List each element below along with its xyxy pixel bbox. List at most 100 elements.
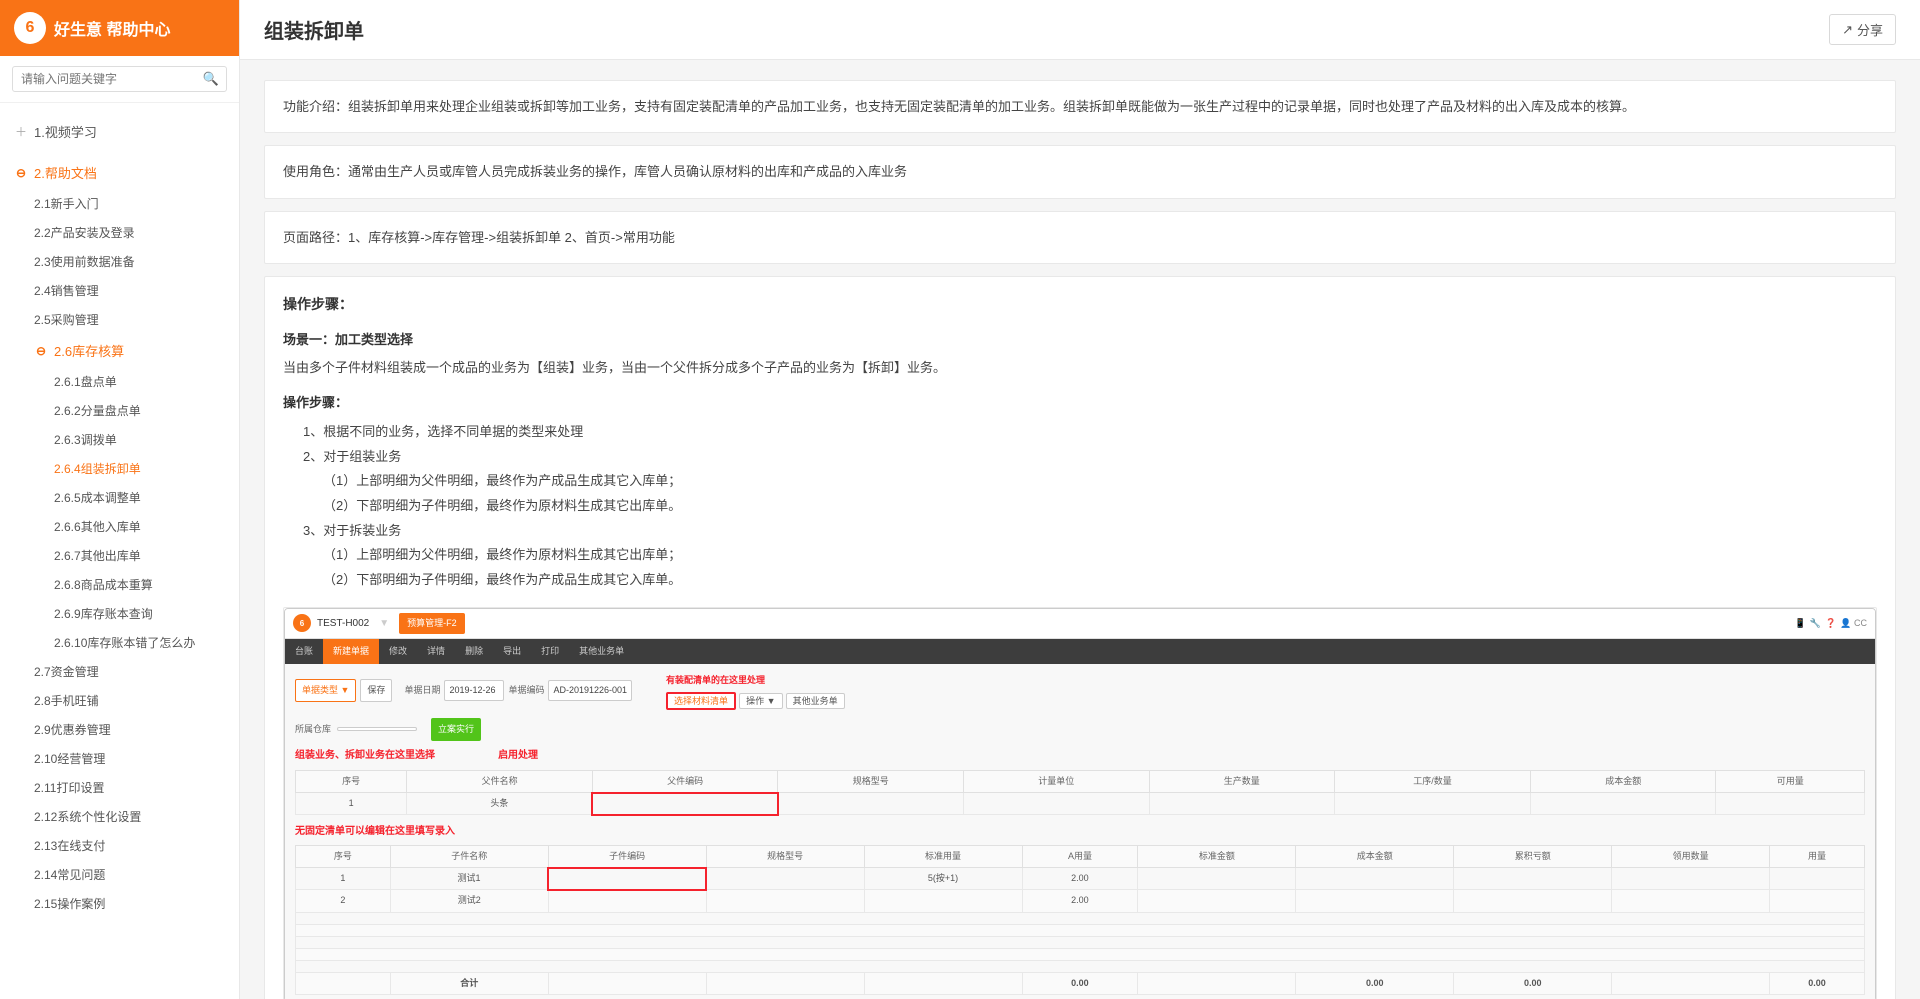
minus-icon-2-6: ⊖	[34, 344, 48, 358]
sidebar-item-2-6-5[interactable]: 2.6.5成本调整单	[0, 483, 239, 512]
batch-annotation: 启用处理	[498, 750, 538, 761]
sim-bottom-table-area: 序号 子件名称 子件编码 规格型号 标准用量 A用量 标准金额 成本金额	[295, 845, 1865, 995]
search-icon[interactable]: 🔍	[203, 71, 219, 87]
sim-topbar-btn[interactable]: 预算管理-F2	[399, 613, 465, 634]
sidebar-item-2-6-1[interactable]: 2.6.1盘点单	[0, 367, 239, 396]
main-area: 组装拆卸单 ↗ 分享 功能介绍：组装拆卸单用来处理企业组装或拆卸等加工业务，支持…	[240, 0, 1920, 999]
sidebar-nav: ＋ 1.视频学习 ⊖ 2.帮助文档 2.1新手入门 2.2产品安装及登录 2.3…	[0, 103, 239, 999]
sidebar-item-2-11[interactable]: 2.11打印设置	[0, 773, 239, 802]
sidebar-item-2-1[interactable]: 2.1新手入门	[0, 189, 239, 218]
sim-date-input[interactable]: 2019-12-26	[444, 680, 504, 701]
sidebar-item-2-6-10[interactable]: 2.6.10库存账本错了怎么办	[0, 628, 239, 657]
sim-btn-doctype[interactable]: 单据类型 ▼	[295, 679, 356, 702]
sim-btn-other[interactable]: 其他业务单	[786, 693, 845, 709]
intro-card: 功能介绍：组装拆卸单用来处理企业组装或拆卸等加工业务，支持有固定装配清单的产品加…	[264, 80, 1896, 133]
sim-btn-save[interactable]: 保存	[360, 679, 392, 702]
bottom-row-6	[296, 948, 1865, 960]
share-label: 分享	[1857, 20, 1883, 39]
sim-nav-详情[interactable]: 详情	[417, 639, 455, 664]
sidebar-item-2-6-6[interactable]: 2.6.6其他入库单	[0, 512, 239, 541]
sidebar-item-2-14[interactable]: 2.14常见问题	[0, 860, 239, 889]
sidebar: 6 好生意 帮助中心 🔍 ＋ 1.视频学习 ⊖ 2.帮助文档 2.1新手入门 2…	[0, 0, 240, 999]
step2-2: （2）下部明细为子件明细，最终作为原材料生成其它出库单。	[283, 494, 1877, 519]
th-qty: 生产数量	[1149, 770, 1335, 793]
plus-icon: ＋	[14, 125, 28, 139]
sidebar-item-2-6[interactable]: ⊖ 2.6库存核算	[0, 334, 239, 367]
sidebar-item-video[interactable]: ＋ 1.视频学习	[0, 115, 239, 148]
main-content: 功能介绍：组装拆卸单用来处理企业组装或拆卸等加工业务，支持有固定装配清单的产品加…	[240, 60, 1920, 999]
sidebar-item-2-6-3[interactable]: 2.6.3调拨单	[0, 425, 239, 454]
sim-top-table-area: 序号 父件名称 父件编码 规格型号 计量单位 生产数量 工序/数量 成本金额	[295, 770, 1865, 816]
help-icon: ❓	[1825, 615, 1836, 632]
sim-bottom-table: 序号 子件名称 子件编码 规格型号 标准用量 A用量 标准金额 成本金额	[295, 845, 1865, 995]
share-icon: ↗	[1842, 22, 1853, 38]
sidebar-logo: 6	[14, 12, 46, 44]
sidebar-item-2-5[interactable]: 2.5采购管理	[0, 305, 239, 334]
sidebar-item-2-4[interactable]: 2.4销售管理	[0, 276, 239, 305]
sidebar-item-2-8[interactable]: 2.8手机旺铺	[0, 686, 239, 715]
sim-nav-新建[interactable]: 新建单据	[323, 639, 379, 664]
sidebar-item-2-12[interactable]: 2.12系统个性化设置	[0, 802, 239, 831]
sim-nav-导出[interactable]: 导出	[493, 639, 531, 664]
sidebar-item-2-6-2[interactable]: 2.6.2分量盘点单	[0, 396, 239, 425]
sidebar-item-docs[interactable]: ⊖ 2.帮助文档	[0, 156, 239, 189]
sim-code-label: 单据编码	[508, 682, 544, 699]
steps-title: 操作步骤：	[283, 291, 1877, 318]
sidebar-item-2-6-7[interactable]: 2.6.7其他出库单	[0, 541, 239, 570]
top-table-row-1: 1 头条	[296, 793, 1865, 815]
sim-nav-删除[interactable]: 删除	[455, 639, 493, 664]
bottom-row-4	[296, 924, 1865, 936]
sidebar-item-2-6-8[interactable]: 2.6.8商品成本重算	[0, 570, 239, 599]
intro-text: 功能介绍：组装拆卸单用来处理企业组装或拆卸等加工业务，支持有固定装配清单的产品加…	[283, 95, 1877, 118]
sidebar-item-2-3[interactable]: 2.3使用前数据准备	[0, 247, 239, 276]
sim-code-input[interactable]: AD-20191226-001	[548, 680, 632, 701]
sidebar-item-2-9[interactable]: 2.9优惠券管理	[0, 715, 239, 744]
page-title: 组装拆卸单	[264, 15, 364, 44]
sidebar-item-2-6-9[interactable]: 2.6.9库存账本查询	[0, 599, 239, 628]
sim-topbar-icons: 📱 🔧 ❓ 👤 CC	[1795, 615, 1867, 632]
sidebar-item-2-6-4[interactable]: 2.6.4组装拆卸单	[0, 454, 239, 483]
free-input-annotation: 无固定清单可以编辑在这里填写录入	[295, 822, 1865, 841]
sim-content: 单据类型 ▼ 保存 单据日期 2019-12-26 单据编码 AD-201912…	[285, 664, 1875, 999]
sim-warehouse-label: 所属仓库	[295, 721, 331, 738]
sidebar-title: 好生意 帮助中心	[54, 16, 170, 40]
sim-btn-bom[interactable]: 选择材料清单	[666, 692, 736, 710]
sidebar-item-2-2[interactable]: 2.2产品安装及登录	[0, 218, 239, 247]
th-process: 工序/数量	[1335, 770, 1531, 793]
sidebar-item-2-7[interactable]: 2.7资金管理	[0, 657, 239, 686]
sidebar-item-video-label: 1.视频学习	[34, 122, 97, 141]
th-parent-name: 父件名称	[407, 770, 593, 793]
sim-top-table: 序号 父件名称 父件编码 规格型号 计量单位 生产数量 工序/数量 成本金额	[295, 770, 1865, 816]
search-input[interactable]	[12, 66, 227, 92]
bottom-row-2: 2 测试2 2.00	[296, 890, 1865, 912]
step2-1: （1）上部明细为父件明细，最终作为产成品生成其它入库单；	[283, 469, 1877, 494]
sim-nav-台账[interactable]: 台账	[285, 639, 323, 664]
bottom-total-row: 合计 0.00 0.00 0.00	[296, 972, 1865, 994]
sim-logo: 6	[293, 614, 311, 632]
th-spec: 规格型号	[778, 770, 964, 793]
sim-toolbar: 单据类型 ▼ 保存 单据日期 2019-12-26 单据编码 AD-201912…	[295, 670, 1865, 712]
sim-nav-打印[interactable]: 打印	[531, 639, 569, 664]
bom-area: 有装配清单的在这里处理 选择材料清单 操作 ▼ 其他业务单	[666, 670, 845, 712]
sim-btn-action[interactable]: 操作 ▼	[739, 693, 782, 709]
sim-nav-修改[interactable]: 修改	[379, 639, 417, 664]
user-icon: 👤 CC	[1840, 615, 1867, 632]
sidebar-item-2-13[interactable]: 2.13在线支付	[0, 831, 239, 860]
share-button[interactable]: ↗ 分享	[1829, 14, 1896, 45]
sim-warehouse-input[interactable]	[337, 727, 417, 731]
scenario1-title: 场景一：加工类型选择	[283, 328, 1877, 353]
sim-date-label: 单据日期	[404, 682, 440, 699]
sidebar-item-docs-label: 2.帮助文档	[34, 163, 97, 182]
th-seq: 序号	[296, 770, 407, 793]
type-select-annotation: 组装业务、拆卸业务在这里选择	[295, 750, 435, 761]
step3: 3、对于拆装业务	[283, 519, 1877, 544]
role-card: 使用角色：通常由生产人员或库管人员完成拆装业务的操作，库管人员确认原材料的出库和…	[264, 145, 1896, 198]
sim-app: 6 TEST-H002 ▼ 预算管理-F2 📱 🔧 ❓ 👤 CC	[284, 608, 1876, 999]
sim-app-wrapper: 6 TEST-H002 ▼ 预算管理-F2 📱 🔧 ❓ 👤 CC	[284, 608, 1876, 999]
sim-nav-其他[interactable]: 其他业务单	[569, 639, 634, 664]
sidebar-item-2-10[interactable]: 2.10经营管理	[0, 744, 239, 773]
sim-btn-confirm[interactable]: 立案实行	[431, 718, 481, 741]
sidebar-item-2-15[interactable]: 2.15操作案例	[0, 889, 239, 918]
search-wrap: 🔍	[12, 66, 227, 92]
scenario1-steps-title: 操作步骤：	[283, 391, 1877, 416]
